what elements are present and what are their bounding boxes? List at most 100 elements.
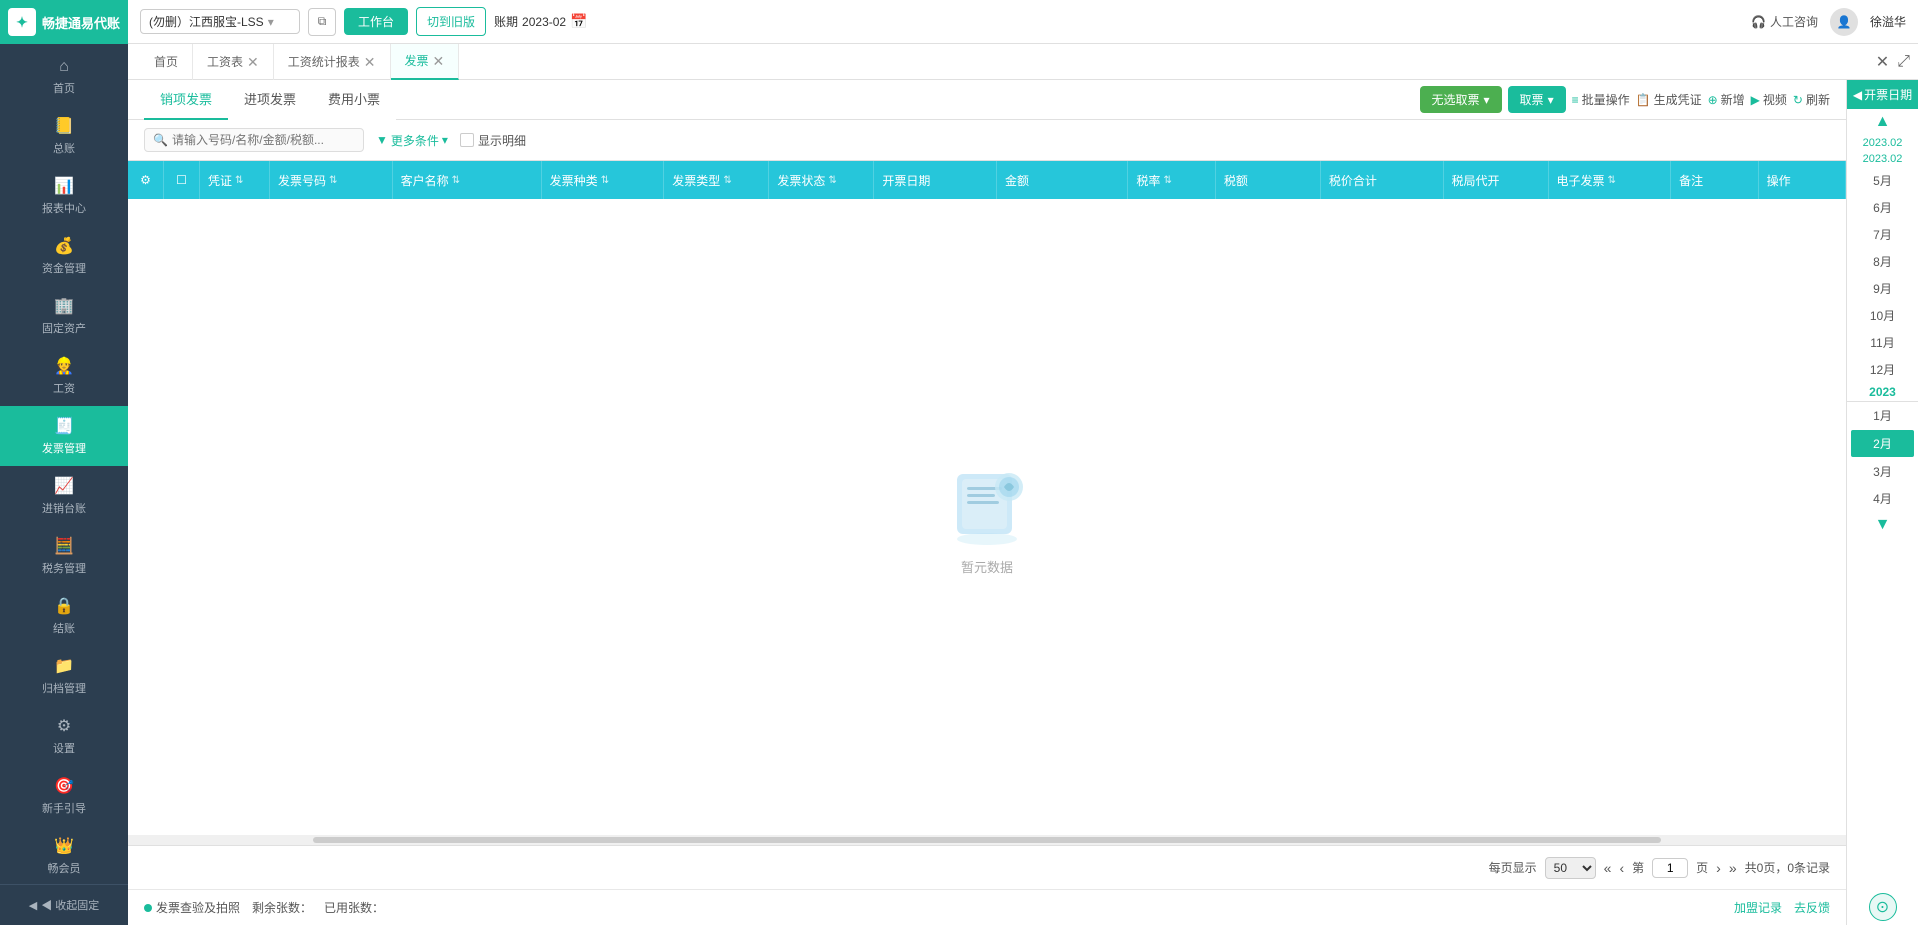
tabs-bar: 首页 工资表 ✕ 工资统计报表 ✕ 发票 ✕ ✕ ⤢	[128, 44, 1918, 80]
inv-category-sort-icon[interactable]: ⇅	[723, 175, 731, 186]
cert-sort-icon[interactable]: ⇅	[235, 175, 243, 186]
copy-icon[interactable]: ⧉	[308, 8, 336, 36]
sidebar-collapse-btn[interactable]: ◀ ◀ 收起固定	[25, 893, 104, 917]
sidebar-item-settings[interactable]: ⚙ 设置	[0, 706, 128, 766]
generate-cert-button[interactable]: 📋 生成凭证	[1636, 91, 1702, 108]
th-check[interactable]: ☐	[164, 161, 200, 199]
period-nav-up[interactable]: ▲	[1847, 109, 1918, 135]
sales-icon: 📈	[54, 476, 74, 496]
tabs-expand-btn[interactable]: ⤢	[1897, 53, 1910, 71]
tab-home[interactable]: 首页	[140, 44, 193, 80]
tabs-close-btn[interactable]: ✕	[1876, 52, 1889, 72]
period-nav-down[interactable]: ▼	[1847, 512, 1918, 538]
prev-page-btn[interactable]: ‹	[1619, 860, 1624, 876]
feedback-link[interactable]: 去反馈	[1794, 899, 1830, 916]
period-month-8[interactable]: 8月	[1847, 248, 1918, 275]
logo-icon: ✦	[8, 8, 36, 36]
rate-sort-icon[interactable]: ⇅	[1163, 175, 1171, 186]
no-invoice-arrow: ▾	[1484, 93, 1490, 107]
period-month-jan[interactable]: 1月	[1847, 402, 1918, 429]
period-month-mar[interactable]: 3月	[1847, 458, 1918, 485]
tab-salary[interactable]: 工资表 ✕	[193, 44, 274, 80]
sidebar-item-label: 报表中心	[42, 200, 86, 216]
used-label: 已用张数：	[324, 899, 384, 916]
period-settings-btn[interactable]: ⊙	[1869, 893, 1897, 921]
tab-invoice-close[interactable]: ✕	[433, 54, 445, 68]
page-input[interactable]	[1652, 858, 1688, 878]
select-all-checkbox[interactable]: ☐	[176, 173, 187, 187]
avatar-icon: 👤	[1837, 15, 1852, 29]
period-month-7[interactable]: 7月	[1847, 221, 1918, 248]
sidebar-item-label: 工资	[53, 380, 75, 396]
sidebar-item-assets[interactable]: 🏢 固定资产	[0, 286, 128, 346]
refresh-button[interactable]: ↻ 刷新	[1793, 91, 1830, 108]
join-link[interactable]: 加盟记录	[1734, 899, 1782, 916]
period-month-6[interactable]: 6月	[1847, 194, 1918, 221]
more-conditions-button[interactable]: ▼ 更多条件 ▾	[376, 132, 448, 149]
tab-salary-stats[interactable]: 工资统计报表 ✕	[274, 44, 391, 80]
sidebar-item-invoice[interactable]: 🧾 发票管理	[0, 406, 128, 466]
sidebar-item-reports[interactable]: 📊 报表中心	[0, 166, 128, 226]
einvoice-sort-icon[interactable]: ⇅	[1608, 175, 1616, 186]
calendar-icon[interactable]: 📅	[570, 13, 587, 30]
period-month-apr[interactable]: 4月	[1847, 485, 1918, 512]
scroll-horizontal[interactable]	[128, 835, 1846, 845]
table-header: ⚙ ☐ 凭证 ⇅ 发票号码 ⇅ 客户名称 ⇅ 发票种类	[128, 161, 1846, 199]
th-setting[interactable]: ⚙	[128, 161, 164, 199]
sidebar-item-salary[interactable]: 👷 工资	[0, 346, 128, 406]
search-input[interactable]	[172, 133, 352, 147]
sidebar-item-archive[interactable]: 📁 归档管理	[0, 646, 128, 706]
tab-invoice[interactable]: 发票 ✕	[391, 44, 460, 80]
no-invoice-button[interactable]: 无选取票 ▾	[1420, 86, 1502, 113]
sub-tab-sales[interactable]: 销项发票	[144, 80, 228, 120]
status-label: 发票状态	[777, 172, 825, 189]
video-button[interactable]: ▶ 视频	[1751, 91, 1787, 108]
workbench-button[interactable]: 工作台	[344, 8, 408, 35]
new-button[interactable]: ⊕ 新增	[1708, 91, 1745, 108]
per-page-select[interactable]: 50 20 100	[1545, 857, 1596, 879]
service-button[interactable]: 🎧 人工咨询	[1751, 13, 1818, 30]
take-invoice-button[interactable]: 取票 ▾	[1508, 86, 1566, 113]
sidebar-item-label: 总账	[53, 140, 75, 156]
video-label: 视频	[1763, 91, 1787, 108]
invoice-no-label: 发票号码	[278, 172, 326, 189]
sub-tab-purchase[interactable]: 进项发票	[228, 80, 312, 120]
tab-salary-stats-close[interactable]: ✕	[364, 55, 376, 69]
last-page-btn[interactable]: »	[1729, 860, 1737, 876]
show-detail-toggle[interactable]: 显示明细	[460, 132, 526, 149]
period-header[interactable]: ◀ 开票日期	[1847, 80, 1918, 109]
period-year-2023-02-top: 2023.02	[1847, 135, 1918, 151]
th-inv-type: 发票种类 ⇅	[542, 161, 665, 199]
customer-sort-icon[interactable]: ⇅	[452, 175, 460, 186]
remark-label: 备注	[1679, 172, 1703, 189]
show-detail-checkbox[interactable]	[460, 133, 474, 147]
period-month-12[interactable]: 12月	[1847, 356, 1918, 383]
invoice-no-sort-icon[interactable]: ⇅	[329, 175, 337, 186]
inv-type-sort-icon[interactable]: ⇅	[601, 175, 609, 186]
sidebar-item-member[interactable]: 👑 畅会员	[0, 826, 128, 884]
period-month-10[interactable]: 10月	[1847, 302, 1918, 329]
sidebar-logo: ✦ 畅捷通易代账	[0, 0, 128, 44]
sidebar-item-ledger[interactable]: 📒 总账	[0, 106, 128, 166]
next-page-btn[interactable]: ›	[1716, 860, 1721, 876]
period-month-9[interactable]: 9月	[1847, 275, 1918, 302]
company-selector[interactable]: (勿删）江西服宝-LSS ▾	[140, 9, 300, 34]
period-month-feb[interactable]: 2月	[1851, 430, 1914, 457]
sidebar-item-funds[interactable]: 💰 资金管理	[0, 226, 128, 286]
sidebar-item-closing[interactable]: 🔒 结账	[0, 586, 128, 646]
sidebar-item-sales[interactable]: 📈 进销台账	[0, 466, 128, 526]
sidebar-item-home[interactable]: ⌂ 首页	[0, 48, 128, 106]
sidebar-item-tax[interactable]: 🧮 税务管理	[0, 526, 128, 586]
period-month-5[interactable]: 5月	[1847, 167, 1918, 194]
sidebar-item-guide[interactable]: 🎯 新手引导	[0, 766, 128, 826]
period-settings-icon: ⊙	[1876, 897, 1889, 917]
period-month-11[interactable]: 11月	[1847, 329, 1918, 356]
switch-version-button[interactable]: 切到旧版	[416, 7, 486, 36]
username[interactable]: 徐溢华	[1870, 13, 1906, 30]
tab-salary-close[interactable]: ✕	[247, 55, 259, 69]
rate-label: 税率	[1136, 172, 1160, 189]
first-page-btn[interactable]: «	[1604, 860, 1612, 876]
status-sort-icon[interactable]: ⇅	[828, 175, 836, 186]
batch-op-button[interactable]: ≡ 批量操作	[1572, 91, 1630, 108]
sub-tab-expense[interactable]: 费用小票	[312, 80, 396, 120]
